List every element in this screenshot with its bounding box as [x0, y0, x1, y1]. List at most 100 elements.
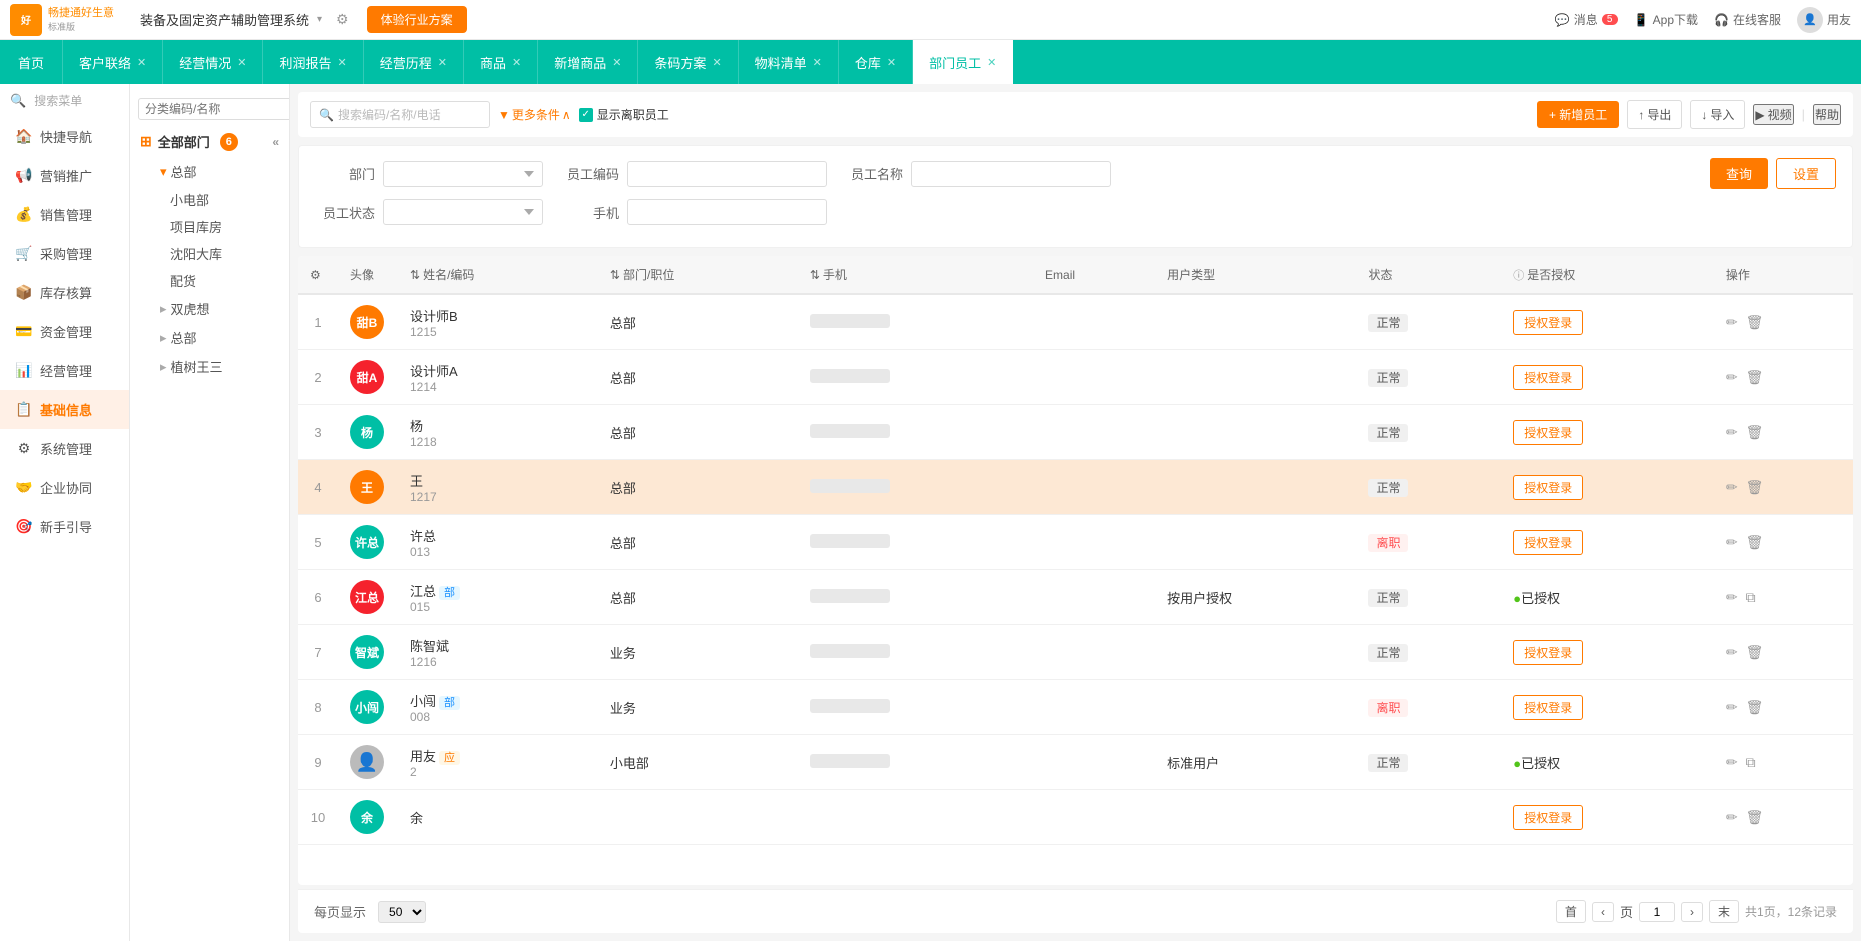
show-former-employee-checkbox[interactable]: ✓ 显示离职员工 — [579, 106, 669, 123]
delete-icon[interactable]: 🗑 — [1746, 644, 1764, 661]
nav-item-employee[interactable]: 部门员工✕ — [913, 40, 1013, 84]
sidebar-item-purchase[interactable]: 🛒 采购管理 — [0, 234, 129, 273]
tree-node-zongbu[interactable]: ▸ 总部 — [140, 323, 289, 352]
tree-search-input[interactable] — [138, 98, 290, 120]
nav-item-new-goods[interactable]: 新增商品✕ — [538, 40, 638, 84]
sidebar-item-guide[interactable]: 🎯 新手引导 — [0, 507, 129, 546]
settings-icon[interactable]: ⚙ — [310, 268, 321, 282]
edit-icon[interactable]: ✏ — [1726, 644, 1738, 661]
delete-icon[interactable]: 🗑 — [1746, 369, 1764, 386]
tree-node-zhishu[interactable]: ▸ 植树王三 — [140, 352, 289, 381]
empstatus-select[interactable] — [383, 199, 543, 225]
nav-item-customer[interactable]: 客户联络✕ — [63, 40, 163, 84]
tree-child-project[interactable]: 项目库房 — [140, 213, 289, 240]
close-icon[interactable]: ✕ — [338, 56, 347, 69]
empcode-input[interactable] — [627, 161, 827, 187]
search-field[interactable]: 🔍 搜索编码/名称/电话 — [310, 101, 490, 128]
collapse-btn[interactable]: « — [272, 135, 279, 149]
sort-icon[interactable]: ⇅ — [410, 268, 420, 282]
delete-icon[interactable]: 🗑 — [1746, 479, 1764, 496]
sidebar-item-collab[interactable]: 🤝 企业协同 — [0, 468, 129, 507]
add-employee-button[interactable]: + 新增员工 — [1537, 101, 1619, 128]
help-button[interactable]: 帮助 — [1813, 104, 1841, 125]
dropdown-arrow-icon[interactable]: ▾ — [317, 14, 322, 25]
tree-node-headquarters[interactable]: ▾ 总部 — [140, 157, 289, 186]
tree-child-delivery[interactable]: 配货 — [140, 267, 289, 294]
app-download-item[interactable]: 📱 App下载 — [1634, 11, 1698, 28]
online-service-item[interactable]: 🎧 在线客服 — [1714, 11, 1781, 28]
tree-child-shenyang[interactable]: 沈阳大库 — [140, 240, 289, 267]
delete-icon[interactable]: 🗑 — [1746, 314, 1764, 331]
empname-input[interactable] — [911, 161, 1111, 187]
query-button[interactable]: 查询 — [1710, 158, 1768, 189]
nav-item-profit[interactable]: 利润报告✕ — [263, 40, 363, 84]
sidebar-item-marketing[interactable]: 📢 营销推广 — [0, 156, 129, 195]
sidebar-item-sales[interactable]: 💰 销售管理 — [0, 195, 129, 234]
edit-icon[interactable]: ✏ — [1726, 314, 1738, 331]
copy-icon[interactable]: ⧉ — [1746, 754, 1756, 771]
nav-item-history[interactable]: 经营历程✕ — [364, 40, 464, 84]
sidebar-item-system[interactable]: ⚙ 系统管理 — [0, 429, 129, 468]
close-icon[interactable]: ✕ — [712, 56, 721, 69]
close-icon[interactable]: ✕ — [612, 56, 621, 69]
first-page-button[interactable]: 首 — [1556, 900, 1586, 923]
close-icon[interactable]: ✕ — [237, 56, 246, 69]
auth-button[interactable]: 授权登录 — [1513, 310, 1583, 335]
auth-button[interactable]: 授权登录 — [1513, 640, 1583, 665]
message-item[interactable]: 💬 消息 5 — [1555, 11, 1618, 28]
nav-item-operation[interactable]: 经营情况✕ — [163, 40, 263, 84]
trial-button[interactable]: 体验行业方案 — [367, 6, 467, 33]
sidebar-item-quicknav[interactable]: 🏠 快捷导航 — [0, 117, 129, 156]
prev-page-button[interactable]: ‹ — [1592, 902, 1614, 922]
sort-icon[interactable]: ⇅ — [810, 268, 820, 282]
more-conditions-btn[interactable]: ▼ 更多条件 ∧ — [498, 106, 571, 123]
tree-node-shuanghu[interactable]: ▸ 双虎想 — [140, 294, 289, 323]
info-icon[interactable]: ⓘ — [1513, 267, 1524, 283]
phone-input[interactable] — [627, 199, 827, 225]
set-button[interactable]: 设置 — [1776, 158, 1836, 189]
page-input[interactable] — [1639, 902, 1675, 922]
delete-icon[interactable]: 🗑 — [1746, 809, 1764, 826]
auth-button[interactable]: 授权登录 — [1513, 695, 1583, 720]
nav-item-warehouse[interactable]: 仓库✕ — [839, 40, 913, 84]
edit-icon[interactable]: ✏ — [1726, 534, 1738, 551]
dept-select[interactable] — [383, 161, 543, 187]
gear-icon[interactable]: ⚙ — [336, 11, 349, 28]
nav-item-barcode[interactable]: 条码方案✕ — [638, 40, 738, 84]
edit-icon[interactable]: ✏ — [1726, 589, 1738, 606]
user-item[interactable]: 👤 用友 — [1797, 7, 1851, 33]
nav-item-goods[interactable]: 商品✕ — [464, 40, 538, 84]
close-icon[interactable]: ✕ — [887, 56, 896, 69]
auth-button[interactable]: 授权登录 — [1513, 475, 1583, 500]
auth-button[interactable]: 授权登录 — [1513, 420, 1583, 445]
sidebar-search[interactable]: 🔍 搜索菜单 — [0, 84, 129, 117]
sidebar-item-basic[interactable]: 📋 基础信息 — [0, 390, 129, 429]
close-icon[interactable]: ✕ — [512, 56, 521, 69]
copy-icon[interactable]: ⧉ — [1746, 589, 1756, 606]
edit-icon[interactable]: ✏ — [1726, 699, 1738, 716]
import-button[interactable]: ↓ 导入 — [1690, 100, 1745, 129]
close-icon[interactable]: ✕ — [987, 56, 996, 69]
export-button[interactable]: ↑ 导出 — [1627, 100, 1682, 129]
close-icon[interactable]: ✕ — [137, 56, 146, 69]
sidebar-item-finance[interactable]: 💳 资金管理 — [0, 312, 129, 351]
edit-icon[interactable]: ✏ — [1726, 369, 1738, 386]
close-icon[interactable]: ✕ — [813, 56, 822, 69]
page-size-select[interactable]: 50 — [378, 901, 426, 923]
auth-button[interactable]: 授权登录 — [1513, 530, 1583, 555]
delete-icon[interactable]: 🗑 — [1746, 424, 1764, 441]
sidebar-item-management[interactable]: 📊 经营管理 — [0, 351, 129, 390]
video-button[interactable]: ▶ 视频 — [1753, 104, 1793, 125]
last-page-button[interactable]: 末 — [1709, 900, 1739, 923]
delete-icon[interactable]: 🗑 — [1746, 699, 1764, 716]
close-icon[interactable]: ✕ — [438, 56, 447, 69]
nav-item-bom[interactable]: 物料清单✕ — [739, 40, 839, 84]
edit-icon[interactable]: ✏ — [1726, 809, 1738, 826]
next-page-button[interactable]: › — [1681, 902, 1703, 922]
edit-icon[interactable]: ✏ — [1726, 754, 1738, 771]
sidebar-item-inventory[interactable]: 📦 库存核算 — [0, 273, 129, 312]
edit-icon[interactable]: ✏ — [1726, 479, 1738, 496]
tree-child-xiaodibu[interactable]: 小电部 — [140, 186, 289, 213]
edit-icon[interactable]: ✏ — [1726, 424, 1738, 441]
delete-icon[interactable]: 🗑 — [1746, 534, 1764, 551]
